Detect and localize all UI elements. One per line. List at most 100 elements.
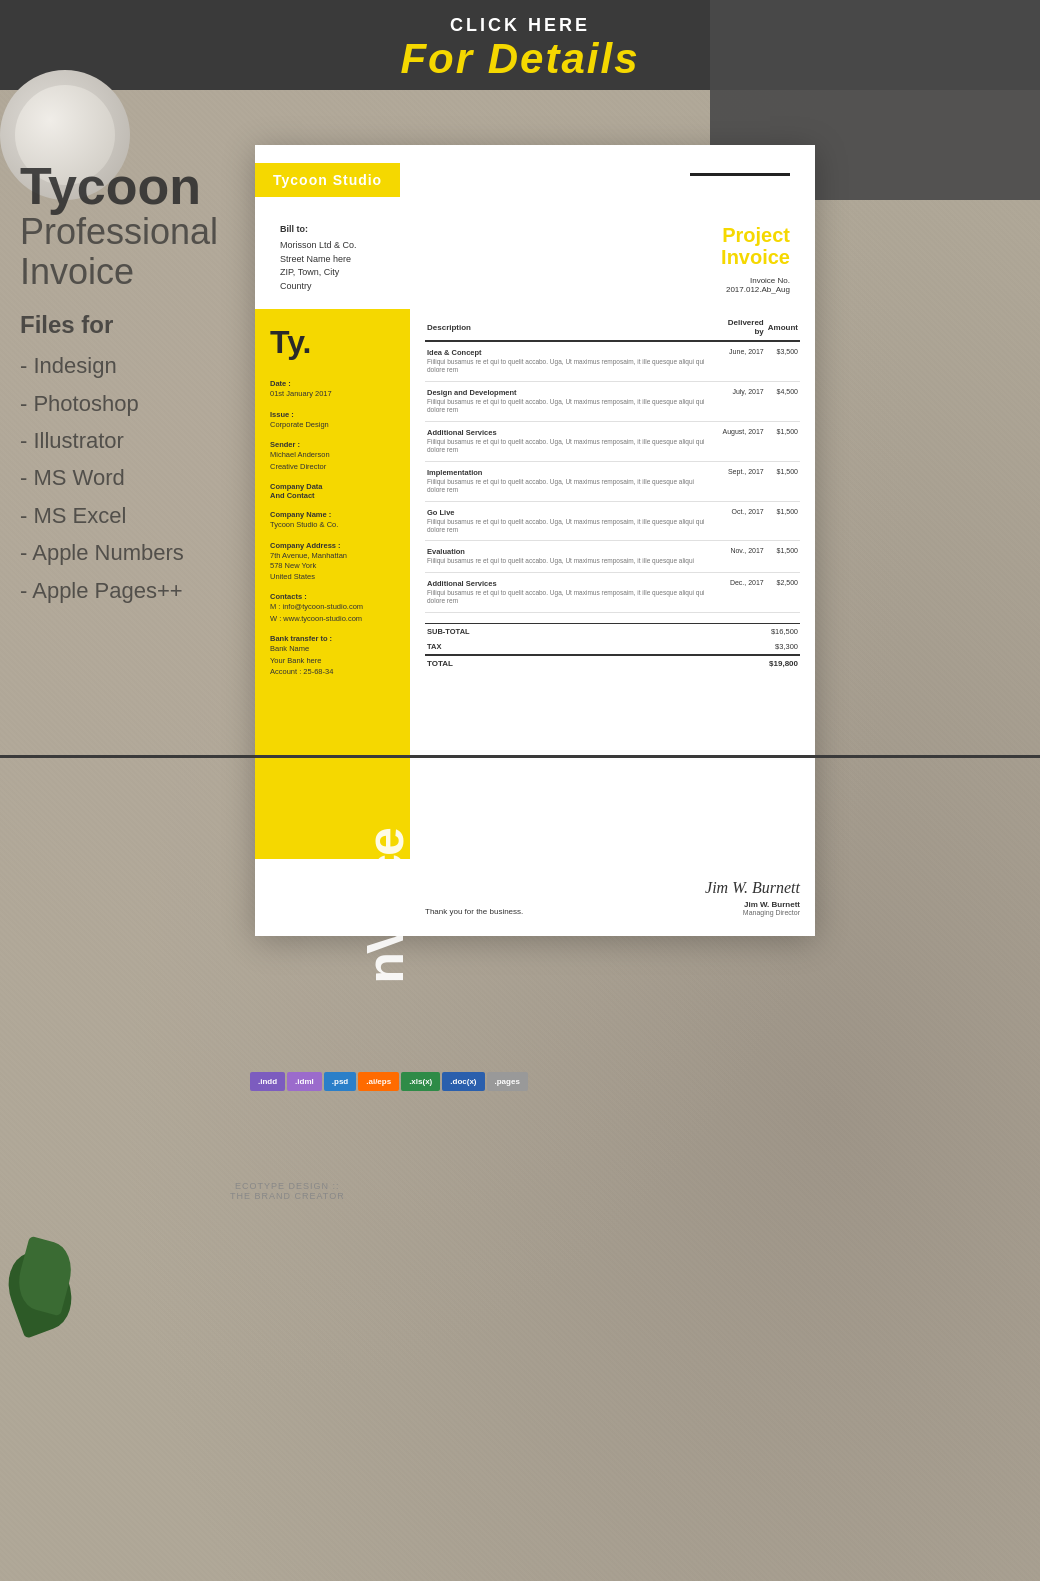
invoice-table: Description Delivered by Amount Idea & C… [425,314,800,613]
table-row: Additional Services Fiiliqui busamus re … [425,421,800,461]
signature-section: Jim W. Burnett Jim W. Burnett Managing D… [705,879,800,916]
invoice-top-section: Bill to: Morisson Ltd & Co. Street Name … [255,209,815,309]
sidebar-title: Tycoon [20,160,230,212]
badge-docx: .doc(x) [442,1072,484,1091]
company-address: 7th Avenue, Manhattan 578 New York Unite… [270,551,395,583]
divider-line [0,755,1040,758]
signature-cursive: Jim W. Burnett [705,879,800,897]
company-data-label: Company Data And Contact [270,482,395,500]
tax-row: TAX $3,300 [425,639,800,654]
bill-to-name: Morisson Ltd & Co. Street Name here ZIP,… [280,239,670,293]
badge-ai: .ai/eps [358,1072,399,1091]
col-amount: Amount [766,314,800,341]
badge-psd: .psd [324,1072,356,1091]
company-name-value: Tycoon Studio & Co. [270,520,395,531]
badge-idml: .idml [287,1072,322,1091]
item-delivered: July, 2017 [715,381,765,421]
subtotal-row: SUB-TOTAL $16,500 [425,624,800,639]
item-description: Implementation Fiiliqui busamus re et qu… [425,461,715,501]
sender-label: Sender : [270,440,395,449]
badge-pages: .pages [487,1072,528,1091]
invoice-footer: Thank you for the business. Jim W. Burne… [255,864,815,936]
item-delivered: Nov., 2017 [715,541,765,572]
table-row: Idea & Concept Fiiliqui busamus re et qu… [425,341,800,381]
item-delivered: Oct., 2017 [715,501,765,541]
sidebar-subtitle: Professional Invoice [20,212,230,291]
company-address-label: Company Address : [270,541,395,550]
invoice-logo-text: Tycoon Studio [273,172,382,188]
item-description: Additional Services Fiiliqui busamus re … [425,421,715,461]
bank-your: Your Bank here [270,656,395,667]
invoice-number-section: Invoice No. 2017.012.Ab_Aug [670,276,790,294]
contact-email: M : info@tycoon-studio.com [270,602,395,613]
tax-label: TAX [427,642,441,651]
tax-value: $3,300 [775,642,798,651]
contacts-label: Contacts : [270,592,395,601]
sender-title: Creative Director [270,462,395,473]
badge-indd: .indd [250,1072,285,1091]
table-row: Additional Services Fiiliqui busamus re … [425,572,800,612]
invoice-number-label: Invoice No. [670,276,790,285]
bank-account: Account : 25-68-34 [270,667,395,678]
invoice-table-body: Idea & Concept Fiiliqui busamus re et qu… [425,341,800,612]
invoice-project-title: Project Invoice Invoice No. 2017.012.Ab_… [670,224,790,294]
invoice-logo-bar: Tycoon Studio [255,163,400,197]
item-description: Evaluation Fiiliqui busamus re et qui to… [425,541,715,572]
list-item: - MS Excel [20,497,230,534]
col-delivered: Delivered by [715,314,765,341]
table-row: Design and Development Fiiliqui busamus … [425,381,800,421]
invoice-ty: Ty. [270,324,395,361]
item-amount: $1,500 [766,461,800,501]
item-amount: $1,500 [766,541,800,572]
item-amount: $1,500 [766,421,800,461]
issue-value: Corporate Design [270,420,395,431]
invoice-header-line [690,173,790,176]
file-badges-container: .indd .idml .psd .ai/eps .xls(x) .doc(x)… [250,1072,528,1091]
contact-web: W : www.tycoon-studio.com [270,614,395,625]
item-amount: $1,500 [766,501,800,541]
date-label: Date : [270,379,395,388]
list-item: - Photoshop [20,385,230,422]
item-amount: $4,500 [766,381,800,421]
invoice-bill-to: Bill to: Morisson Ltd & Co. Street Name … [255,224,670,294]
item-amount: $2,500 [766,572,800,612]
total-value: $19,800 [769,659,798,668]
list-item: - Apple Numbers [20,534,230,571]
badge-xls: .xls(x) [401,1072,440,1091]
left-sidebar: Tycoon Professional Invoice Files for - … [0,140,250,629]
bottom-logo-line1: ECOTYPE DESIGN :: [230,1181,345,1191]
invoice-header: Tycoon Studio [255,145,815,209]
item-description: Additional Services Fiiliqui busamus re … [425,572,715,612]
signature-name: Jim W. Burnett [705,900,800,909]
list-item: - Illustrator [20,422,230,459]
sidebar-list: - Indesign - Photoshop - Illustrator - M… [20,347,230,609]
sender-name: Michael Anderson [270,450,395,461]
invoice-table-head: Description Delivered by Amount [425,314,800,341]
bill-to-label: Bill to: [280,224,670,234]
table-row: Evaluation Fiiliqui busamus re et qui to… [425,541,800,572]
signature-title: Managing Director [705,909,800,916]
item-description: Idea & Concept Fiiliqui busamus re et qu… [425,341,715,381]
invoice-header-right [690,163,790,176]
invoice-left-panel: Ty. Date : 01st January 2017 Issue : Cor… [255,309,410,859]
thank-you-text: Thank you for the business. [425,907,523,916]
item-delivered: Sept., 2017 [715,461,765,501]
table-header-row: Description Delivered by Amount [425,314,800,341]
item-amount: $3,500 [766,341,800,381]
plant-decoration [0,1181,80,1331]
list-item: - Indesign [20,347,230,384]
total-label: TOTAL [427,659,453,668]
nvoice-watermark: nVoice [355,829,415,984]
table-row: Implementation Fiiliqui busamus re et qu… [425,461,800,501]
date-value: 01st January 2017 [270,389,395,400]
col-description: Description [425,314,715,341]
list-item: - MS Word [20,459,230,496]
item-description: Go Live Fiiliqui busamus re et qui to qu… [425,501,715,541]
invoice-document: Tycoon Studio Bill to: Morisson Ltd & Co… [255,145,815,936]
invoice-number-value: 2017.012.Ab_Aug [670,285,790,294]
item-delivered: Dec., 2017 [715,572,765,612]
total-row-final: TOTAL $19,800 [425,654,800,671]
company-name-label: Company Name : [270,510,395,519]
bottom-logo: ECOTYPE DESIGN :: THE BRAND CREATOR [230,1181,345,1201]
item-delivered: June, 2017 [715,341,765,381]
